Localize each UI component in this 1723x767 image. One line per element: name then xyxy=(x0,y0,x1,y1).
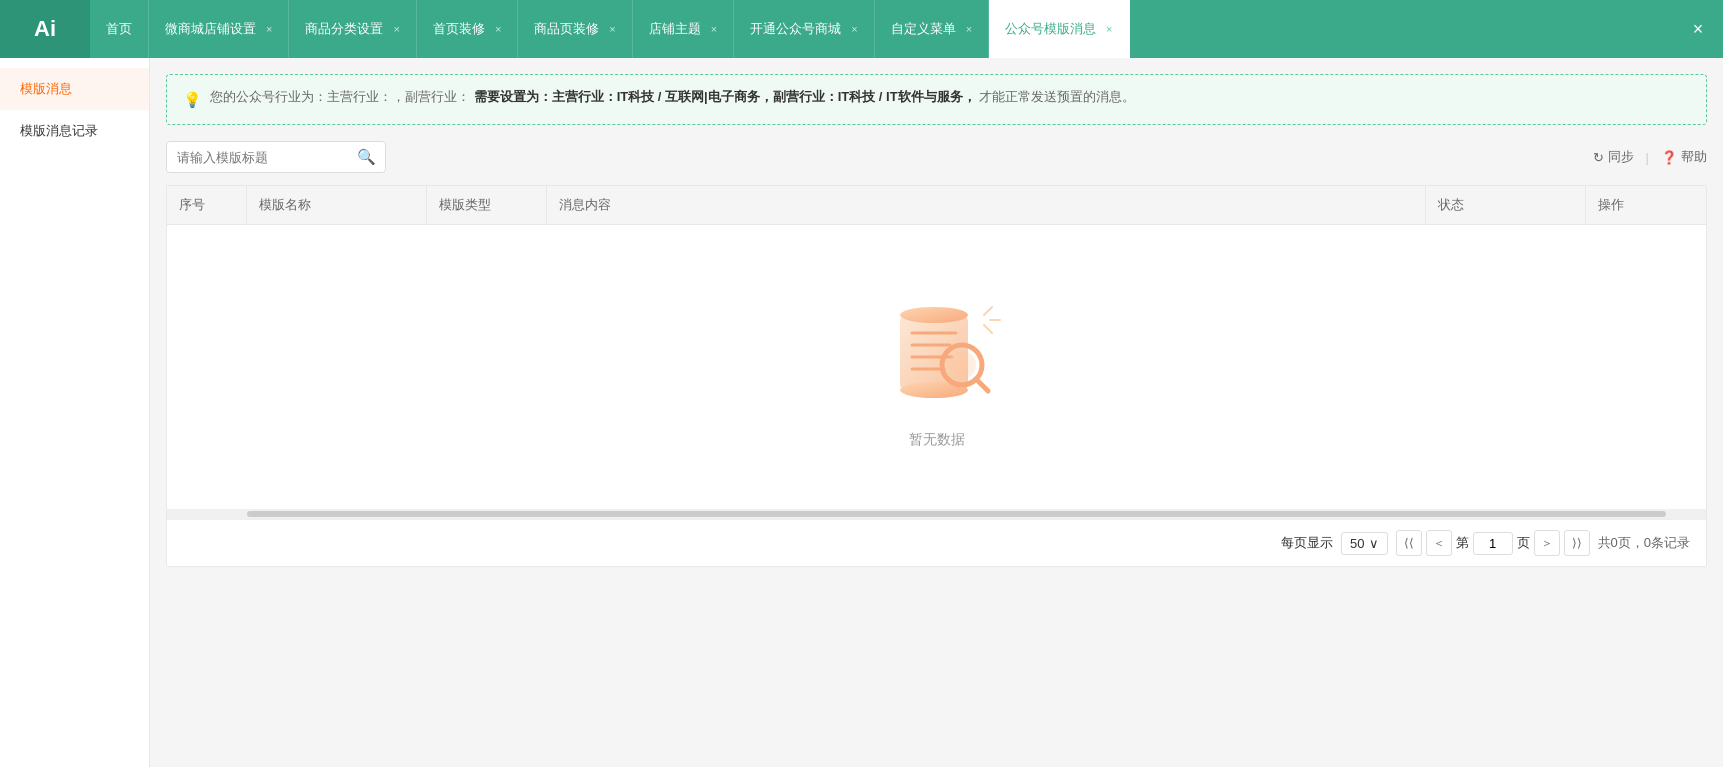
sidebar-item-template-message-log[interactable]: 模版消息记录 xyxy=(0,110,149,152)
close-tab-icon[interactable]: × xyxy=(711,23,717,35)
page-size-select[interactable]: 50 ∨ xyxy=(1341,532,1387,555)
help-icon: ❓ xyxy=(1661,150,1677,165)
notice-banner: 💡 您的公众号行业为：主营行业：，副营行业： 需要设置为：主营行业：IT科技 /… xyxy=(166,74,1707,125)
notice-icon: 💡 xyxy=(183,88,202,112)
sync-icon: ↻ xyxy=(1593,150,1604,165)
sidebar-item-template-message[interactable]: 模版消息 xyxy=(0,68,149,110)
top-nav: Ai 首页微商城店铺设置×商品分类设置×首页装修×商品页装修×店铺主题×开通公众… xyxy=(0,0,1723,58)
main-content: 💡 您的公众号行业为：主营行业：，副营行业： 需要设置为：主营行业：IT科技 /… xyxy=(150,58,1723,767)
horizontal-scrollbar[interactable] xyxy=(167,509,1706,519)
close-tab-icon[interactable]: × xyxy=(266,23,272,35)
nav-tab-product-decor[interactable]: 商品页装修× xyxy=(518,0,632,58)
page-total: 共0页，0条记录 xyxy=(1598,534,1690,552)
search-actions: ↻ 同步 | ❓ 帮助 xyxy=(1593,148,1707,166)
col-type: 模版类型 xyxy=(427,186,547,224)
search-bar: 🔍 ↻ 同步 | ❓ 帮助 xyxy=(166,141,1707,173)
empty-state: 暂无数据 xyxy=(167,225,1706,509)
next-page-button[interactable]: ＞ xyxy=(1534,530,1560,556)
page-navigation: ⟨⟨ ＜ 第 页 ＞ ⟩⟩ xyxy=(1396,530,1590,556)
notice-text: 您的公众号行业为：主营行业：，副营行业： 需要设置为：主营行业：IT科技 / 互… xyxy=(210,87,1135,108)
col-action: 操作 xyxy=(1586,186,1706,224)
page-number-input[interactable] xyxy=(1473,532,1513,555)
nav-tab-shop-settings[interactable]: 微商城店铺设置× xyxy=(149,0,289,58)
search-button[interactable]: 🔍 xyxy=(347,142,386,172)
close-tab-icon[interactable]: × xyxy=(1106,23,1112,35)
close-tab-icon[interactable]: × xyxy=(393,23,399,35)
nav-tab-template-msg[interactable]: 公众号模版消息× xyxy=(989,0,1129,58)
col-name: 模版名称 xyxy=(247,186,427,224)
svg-line-11 xyxy=(984,307,992,315)
divider: | xyxy=(1646,150,1649,165)
empty-text: 暂无数据 xyxy=(909,431,965,449)
scrollbar-thumb[interactable] xyxy=(247,511,1666,517)
close-tab-icon[interactable]: × xyxy=(966,23,972,35)
nav-tab-home[interactable]: 首页 xyxy=(90,0,149,58)
col-index: 序号 xyxy=(167,186,247,224)
svg-point-9 xyxy=(948,351,976,379)
close-tab-icon[interactable]: × xyxy=(609,23,615,35)
nav-tab-custom-menu[interactable]: 自定义菜单× xyxy=(875,0,989,58)
close-tab-icon[interactable]: × xyxy=(851,23,857,35)
svg-line-10 xyxy=(976,379,988,391)
last-page-button[interactable]: ⟩⟩ xyxy=(1564,530,1590,556)
svg-point-2 xyxy=(900,307,968,323)
nav-tab-open-mall[interactable]: 开通公众号商城× xyxy=(734,0,874,58)
search-input[interactable] xyxy=(167,144,347,171)
help-button[interactable]: ❓ 帮助 xyxy=(1661,148,1707,166)
empty-illustration xyxy=(872,285,1002,415)
logo: Ai xyxy=(0,0,90,58)
close-tab-icon[interactable]: × xyxy=(495,23,501,35)
sidebar: 模版消息模版消息记录 xyxy=(0,58,150,767)
pagination: 每页显示 50 ∨ ⟨⟨ ＜ 第 页 ＞ ⟩⟩ 共0页，0条记录 xyxy=(167,519,1706,566)
prev-page-button[interactable]: ＜ xyxy=(1426,530,1452,556)
col-status: 状态 xyxy=(1426,186,1586,224)
first-page-button[interactable]: ⟨⟨ xyxy=(1396,530,1422,556)
nav-tab-category-settings[interactable]: 商品分类设置× xyxy=(289,0,416,58)
table-header: 序号 模版名称 模版类型 消息内容 状态 操作 xyxy=(167,186,1706,225)
svg-line-13 xyxy=(984,325,992,333)
layout: 模版消息模版消息记录 💡 您的公众号行业为：主营行业：，副营行业： 需要设置为：… xyxy=(0,58,1723,767)
search-field: 🔍 xyxy=(166,141,386,173)
close-all-button[interactable]: × xyxy=(1673,0,1723,58)
nav-tab-home-decor[interactable]: 首页装修× xyxy=(417,0,518,58)
nav-tabs: 首页微商城店铺设置×商品分类设置×首页装修×商品页装修×店铺主题×开通公众号商城… xyxy=(90,0,1673,58)
chevron-down-icon: ∨ xyxy=(1369,536,1379,551)
sync-button[interactable]: ↻ 同步 xyxy=(1593,148,1634,166)
page-size-label: 每页显示 xyxy=(1281,534,1333,552)
col-content: 消息内容 xyxy=(547,186,1426,224)
nav-tab-store-theme[interactable]: 店铺主题× xyxy=(633,0,734,58)
data-table: 序号 模版名称 模版类型 消息内容 状态 操作 xyxy=(166,185,1707,567)
